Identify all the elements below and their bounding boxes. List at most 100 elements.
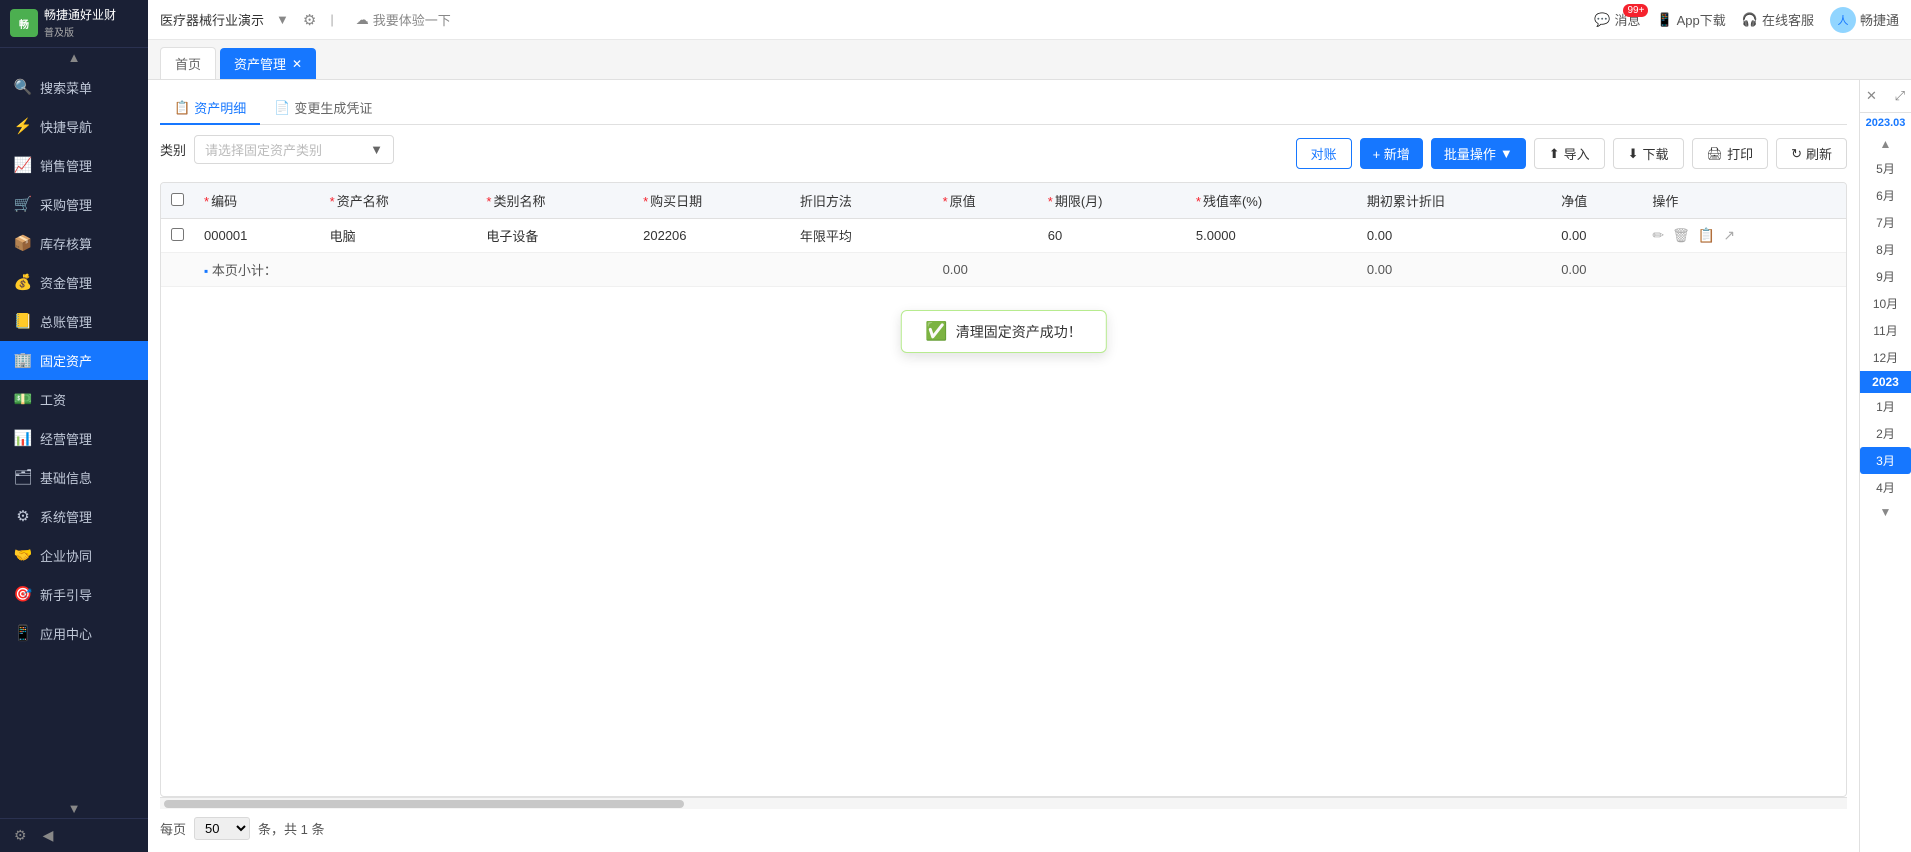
row-checkbox[interactable] [171,228,184,241]
col-original-value: *原值 [933,183,1038,219]
sidebar: 畅 畅捷通好业财 普及版 ▲ 🔍 搜索菜单 ⚡ 快捷导航 📈 销售管理 🛒 采购… [0,0,148,852]
per-page-select[interactable]: 50 10 20 100 [194,817,250,840]
sidebar-item-label: 快捷导航 [40,117,92,136]
quick-nav-icon: ⚡ [14,117,32,135]
month-2[interactable]: 2月 [1860,420,1911,447]
more-icon[interactable]: ↗ [1723,227,1735,244]
batch-button[interactable]: 批量操作 ▼ [1431,138,1526,169]
category-placeholder: 请选择固定资产类别 [205,140,322,159]
sidebar-item-payroll[interactable]: 💵 工资 [0,380,148,419]
sidebar-menu: 🔍 搜索菜单 ⚡ 快捷导航 📈 销售管理 🛒 采购管理 📦 库存核算 💰 资金管… [0,68,148,798]
sidebar-item-system[interactable]: ⚙ 系统管理 [0,497,148,536]
sidebar-scroll-up[interactable]: ▲ [0,48,148,68]
month-7[interactable]: 7月 [1860,209,1911,236]
download-button[interactable]: ⬇ 下载 [1613,138,1684,169]
sidebar-item-purchase[interactable]: 🛒 采购管理 [0,185,148,224]
reconcile-button[interactable]: 对账 [1296,138,1352,169]
scroll-down-arrow[interactable]: ▼ [1876,501,1896,523]
message-button[interactable]: 💬 消息 99+ [1594,10,1640,29]
sidebar-item-label: 新手引导 [40,585,92,604]
scroll-up-arrow[interactable]: ▲ [1876,133,1896,155]
sidebar-item-ledger[interactable]: 📒 总账管理 [0,302,148,341]
sidebar-item-sales[interactable]: 📈 销售管理 [0,146,148,185]
edit-icon[interactable]: ✏ [1652,227,1664,244]
inventory-icon: 📦 [14,234,32,252]
cloud-icon: ☁ [356,12,369,28]
subtotal-row: ▪ 本页小计： 0.00 0.00 0.00 [161,253,1846,287]
month-4[interactable]: 4月 [1860,474,1911,501]
sidebar-scroll-down[interactable]: ▼ [0,798,148,818]
sidebar-item-operations[interactable]: 📊 经营管理 [0,419,148,458]
col-category: *类别名称 [476,183,633,219]
right-panel-header: ✕ ⤢ [1860,80,1911,113]
sidebar-item-capital[interactable]: 💰 资金管理 [0,263,148,302]
purchase-icon: 🛒 [14,195,32,213]
sub-tab-change-voucher[interactable]: 📄 变更生成凭证 [260,92,386,125]
copy-icon[interactable]: 📋 [1698,227,1715,244]
month-5[interactable]: 5月 [1860,155,1911,182]
app-download-button[interactable]: 📱 App下载 [1656,10,1725,29]
month-1[interactable]: 1月 [1860,393,1911,420]
sidebar-item-cooperation[interactable]: 🤝 企业协同 [0,536,148,575]
cell-initial-depreciation: 0.00 [1357,219,1551,253]
sidebar-item-basic-info[interactable]: 🗂 基础信息 [0,458,148,497]
user-profile[interactable]: 人 畅捷通 [1830,7,1899,33]
print-button[interactable]: 🖨 打印 [1692,138,1769,169]
month-8[interactable]: 8月 [1860,236,1911,263]
sidebar-item-inventory[interactable]: 📦 库存核算 [0,224,148,263]
experience-button[interactable]: ☁ 我要体验一下 [356,10,451,29]
month-11[interactable]: 11月 [1860,317,1911,344]
cell-code: 000001 [194,219,320,253]
fixed-assets-icon: 🏢 [14,351,32,369]
year-2023-label: 2023 [1860,371,1911,393]
month-12[interactable]: 12月 [1860,344,1911,371]
sidebar-item-app-center[interactable]: 📱 应用中心 [0,614,148,653]
delete-icon[interactable]: 🗑 [1672,227,1690,244]
sidebar-item-guide[interactable]: 🎯 新手引导 [0,575,148,614]
filter-row: 类别 请选择固定资产类别 ▼ [160,135,394,164]
sidebar-item-quick-nav[interactable]: ⚡ 快捷导航 [0,107,148,146]
topbar-settings-icon[interactable]: ⚙ [303,11,316,29]
month-3-active[interactable]: 3月 [1860,447,1911,474]
new-button[interactable]: + 新增 [1360,138,1423,169]
month-9[interactable]: 9月 [1860,263,1911,290]
right-panel-close-icon[interactable]: ✕ [1866,88,1877,104]
cell-residual-rate: 5.0000 [1186,219,1357,253]
right-panel-expand-icon[interactable]: ⤢ [1895,88,1905,104]
sidebar-item-fixed-assets[interactable]: 🏢 固定资产 [0,341,148,380]
collapse-icon[interactable]: ◀ [43,827,54,844]
sidebar-item-label: 企业协同 [40,546,92,565]
settings-icon[interactable]: ⚙ [14,827,27,844]
sidebar-item-search[interactable]: 🔍 搜索菜单 [0,68,148,107]
customer-service-button[interactable]: 🎧 在线客服 [1742,10,1814,29]
refresh-button[interactable]: ↻ 刷新 [1776,138,1847,169]
col-purchase-date: *购买日期 [633,183,790,219]
tab-home[interactable]: 首页 [160,47,216,79]
company-dropdown-icon[interactable]: ▼ [276,12,289,27]
sales-icon: 📈 [14,156,32,174]
scrollbar-thumb[interactable] [164,800,684,808]
sidebar-item-label: 库存核算 [40,234,92,253]
col-period: *期限(月) [1038,183,1186,219]
capital-icon: 💰 [14,273,32,291]
payroll-icon: 💵 [14,390,32,408]
toast-message: 清理固定资产成功！ [956,322,1082,342]
sub-tabs: 📋 资产明细 📄 变更生成凭证 [160,92,1847,125]
category-filter-select[interactable]: 请选择固定资产类别 ▼ [194,135,394,164]
month-6[interactable]: 6月 [1860,182,1911,209]
asset-detail-icon: 📋 [174,100,190,116]
sub-tab-asset-detail[interactable]: 📋 资产明细 [160,92,260,125]
subtotal-label: 本页小计： [212,263,277,278]
import-button[interactable]: ⬆ 导入 [1534,138,1605,169]
operations-icon: 📊 [14,429,32,447]
horizontal-scrollbar[interactable] [160,797,1847,809]
select-all-checkbox[interactable] [171,193,184,206]
tab-asset-mgmt[interactable]: 资产管理 ✕ [220,48,316,79]
col-name: *资产名称 [320,183,477,219]
sidebar-item-label: 经营管理 [40,429,92,448]
logo-icon: 畅 [10,9,38,37]
toolbar-right: 对账 + 新增 批量操作 ▼ ⬆ 导入 ⬇ 下载 🖨 [1296,138,1847,169]
col-code: *编码 [194,183,320,219]
tab-close-icon[interactable]: ✕ [292,57,302,71]
month-10[interactable]: 10月 [1860,290,1911,317]
